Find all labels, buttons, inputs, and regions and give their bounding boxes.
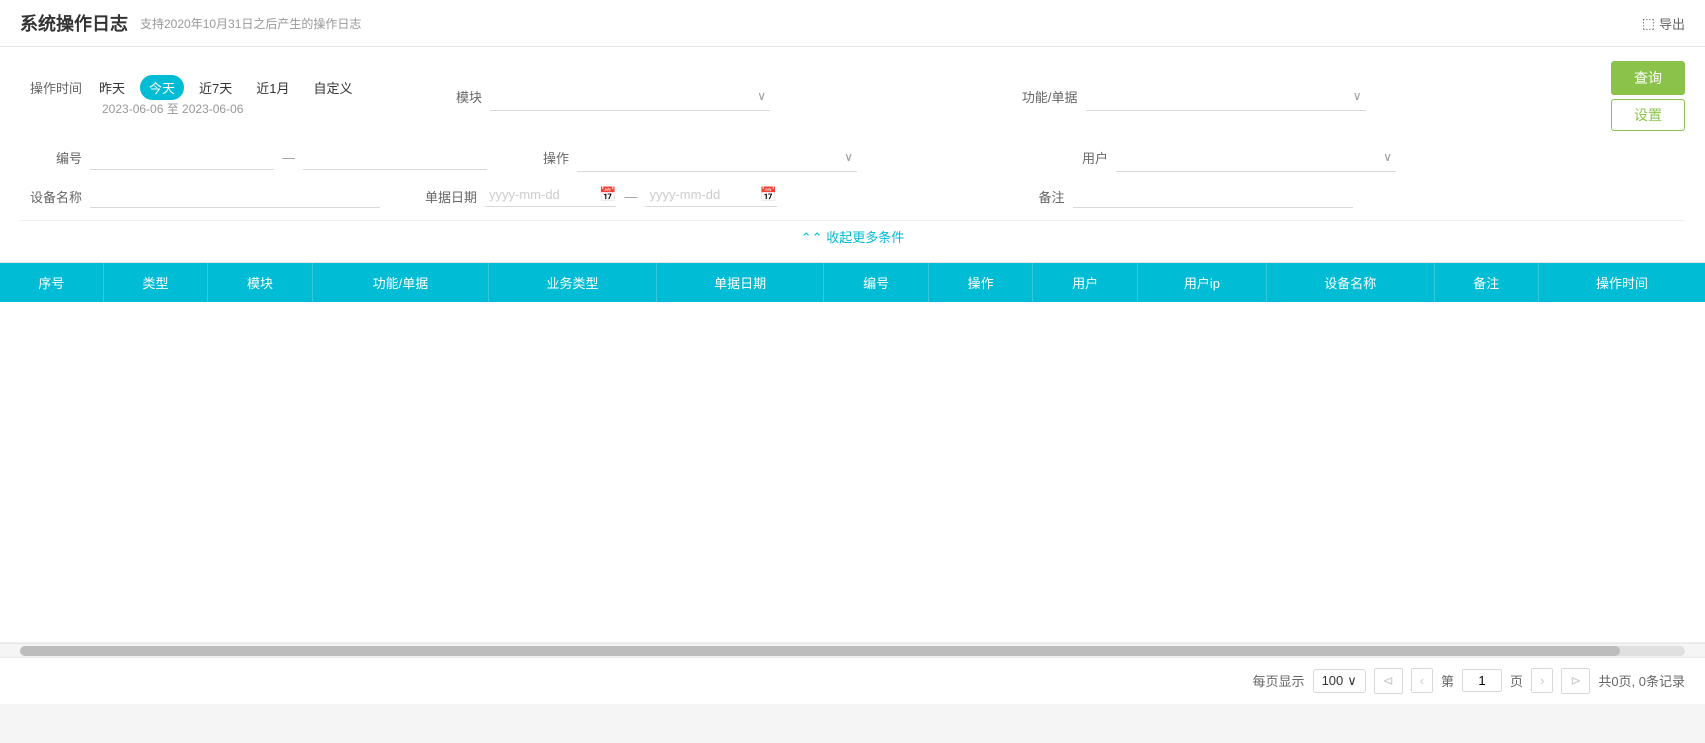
col-seq: 序号 xyxy=(0,263,103,302)
data-table: 序号 类型 模块 功能/单据 业务类型 单据日期 编号 操作 用户 用户ip 设… xyxy=(0,263,1705,643)
scrollbar-thumb[interactable] xyxy=(20,646,1620,656)
col-biz-type: 业务类型 xyxy=(489,263,657,302)
func-display xyxy=(1086,82,1366,110)
number-end-input[interactable] xyxy=(303,146,487,170)
query-button[interactable]: 查询 xyxy=(1611,61,1685,95)
operation-display xyxy=(577,143,857,171)
col-user-ip: 用户ip xyxy=(1137,263,1266,302)
func-arrow-icon: ∨ xyxy=(1353,89,1362,103)
module-select[interactable]: ∨ xyxy=(490,82,770,111)
page-number-input[interactable] xyxy=(1462,669,1502,692)
operation-arrow-icon: ∨ xyxy=(844,150,853,164)
filter-section: 操作时间 昨天 今天 近7天 近1月 自定义 2023-06-06 至 2023… xyxy=(0,47,1705,263)
func-label: 功能/单据 xyxy=(1016,87,1086,106)
col-func: 功能/单据 xyxy=(312,263,488,302)
total-info: 共0页, 0条记录 xyxy=(1598,671,1685,690)
prev-page-button[interactable]: ‹ xyxy=(1411,668,1433,693)
calendar-end-icon[interactable]: 📅 xyxy=(759,186,776,203)
device-label: 设备名称 xyxy=(20,187,90,206)
time-filters: 昨天 今天 近7天 近1月 自定义 xyxy=(90,75,362,100)
col-voucher-date: 单据日期 xyxy=(656,263,824,302)
filter-row-2: 编号 — 操作 ∨ 用户 ∨ xyxy=(20,143,1685,172)
col-device: 设备名称 xyxy=(1266,263,1434,302)
export-button[interactable]: ⬚ 导出 xyxy=(1642,14,1685,33)
func-select[interactable]: ∨ xyxy=(1086,82,1366,111)
col-type: 类型 xyxy=(103,263,207,302)
col-user: 用户 xyxy=(1033,263,1137,302)
table-container: 序号 类型 模块 功能/单据 业务类型 单据日期 编号 操作 用户 用户ip 设… xyxy=(0,263,1705,643)
table-body xyxy=(0,302,1705,642)
col-op-time: 操作时间 xyxy=(1539,263,1705,302)
time-btn-7days[interactable]: 近7天 xyxy=(190,75,241,100)
table-header-row: 序号 类型 模块 功能/单据 业务类型 单据日期 编号 操作 用户 用户ip 设… xyxy=(0,263,1705,302)
page-header: 系统操作日志 支持2020年10月31日之后产生的操作日志 ⬚ 导出 xyxy=(0,0,1705,47)
remark-label: 备注 xyxy=(1003,187,1073,206)
time-btn-1month[interactable]: 近1月 xyxy=(247,75,298,100)
user-label: 用户 xyxy=(1046,148,1116,167)
col-module: 模块 xyxy=(208,263,312,302)
col-number: 编号 xyxy=(824,263,928,302)
collapse-icon: ⌃⌃ xyxy=(801,230,826,245)
time-btn-today[interactable]: 今天 xyxy=(140,75,184,100)
user-arrow-icon: ∨ xyxy=(1383,150,1392,164)
calendar-start-icon[interactable]: 📅 xyxy=(599,186,616,203)
date-dash: — xyxy=(624,189,637,204)
number-start-input[interactable] xyxy=(90,146,274,170)
filter-row-3: 设备名称 单据日期 📅 — 📅 备注 xyxy=(20,184,1685,208)
page-subtitle: 支持2020年10月31日之后产生的操作日志 xyxy=(140,15,361,32)
last-page-button[interactable]: ⊳ xyxy=(1561,668,1590,694)
voucher-date-label: 单据日期 xyxy=(420,187,485,206)
scrollbar-area[interactable] xyxy=(0,643,1705,657)
module-label: 模块 xyxy=(420,87,490,106)
col-operation: 操作 xyxy=(928,263,1032,302)
date-range-text: 2023-06-06 至 2023-06-06 xyxy=(102,102,243,116)
next-page-button[interactable]: › xyxy=(1531,668,1553,693)
page-suffix: 页 xyxy=(1510,671,1523,690)
date-end-input[interactable] xyxy=(645,185,755,204)
action-buttons: 查询 设置 xyxy=(1611,61,1685,131)
table-header: 序号 类型 模块 功能/单据 业务类型 单据日期 编号 操作 用户 用户ip 设… xyxy=(0,263,1705,302)
collapse-label: 收起更多条件 xyxy=(826,230,904,245)
scrollbar-track xyxy=(20,646,1685,656)
operation-label: 操作 xyxy=(507,148,577,167)
number-label: 编号 xyxy=(20,148,90,167)
per-page-select[interactable]: 100 ∨ xyxy=(1313,669,1366,693)
first-page-button[interactable]: ⊲ xyxy=(1374,668,1403,694)
per-page-arrow-icon: ∨ xyxy=(1347,673,1357,689)
number-dash: — xyxy=(282,150,295,165)
page-title: 系统操作日志 xyxy=(20,10,128,36)
operation-select[interactable]: ∨ xyxy=(577,143,857,172)
per-page-value: 100 xyxy=(1322,673,1344,688)
time-btn-custom[interactable]: 自定义 xyxy=(305,75,362,100)
setting-button[interactable]: 设置 xyxy=(1611,99,1685,131)
user-select[interactable]: ∨ xyxy=(1116,143,1396,172)
user-display xyxy=(1116,143,1396,171)
export-icon: ⬚ xyxy=(1642,15,1655,32)
empty-row xyxy=(0,302,1705,642)
remark-input[interactable] xyxy=(1073,184,1353,208)
pagination-bar: 每页显示 100 ∨ ⊲ ‹ 第 页 › ⊳ 共0页, 0条记录 xyxy=(0,657,1705,704)
filter-row-1: 操作时间 昨天 今天 近7天 近1月 自定义 2023-06-06 至 2023… xyxy=(20,61,1685,131)
page-label: 第 xyxy=(1441,671,1454,690)
time-label: 操作时间 xyxy=(20,78,90,97)
per-page-label: 每页显示 xyxy=(1253,671,1305,690)
collapse-bar[interactable]: ⌃⌃ 收起更多条件 xyxy=(20,220,1685,252)
date-start-input[interactable] xyxy=(485,185,595,204)
time-btn-yesterday[interactable]: 昨天 xyxy=(90,75,134,100)
voucher-date-end: 📅 xyxy=(645,185,776,207)
module-arrow-icon: ∨ xyxy=(757,89,766,103)
module-display xyxy=(490,82,770,110)
voucher-date-start: 📅 xyxy=(485,185,616,207)
col-remark: 备注 xyxy=(1434,263,1538,302)
device-input[interactable] xyxy=(90,184,380,208)
empty-cell xyxy=(0,302,1705,642)
